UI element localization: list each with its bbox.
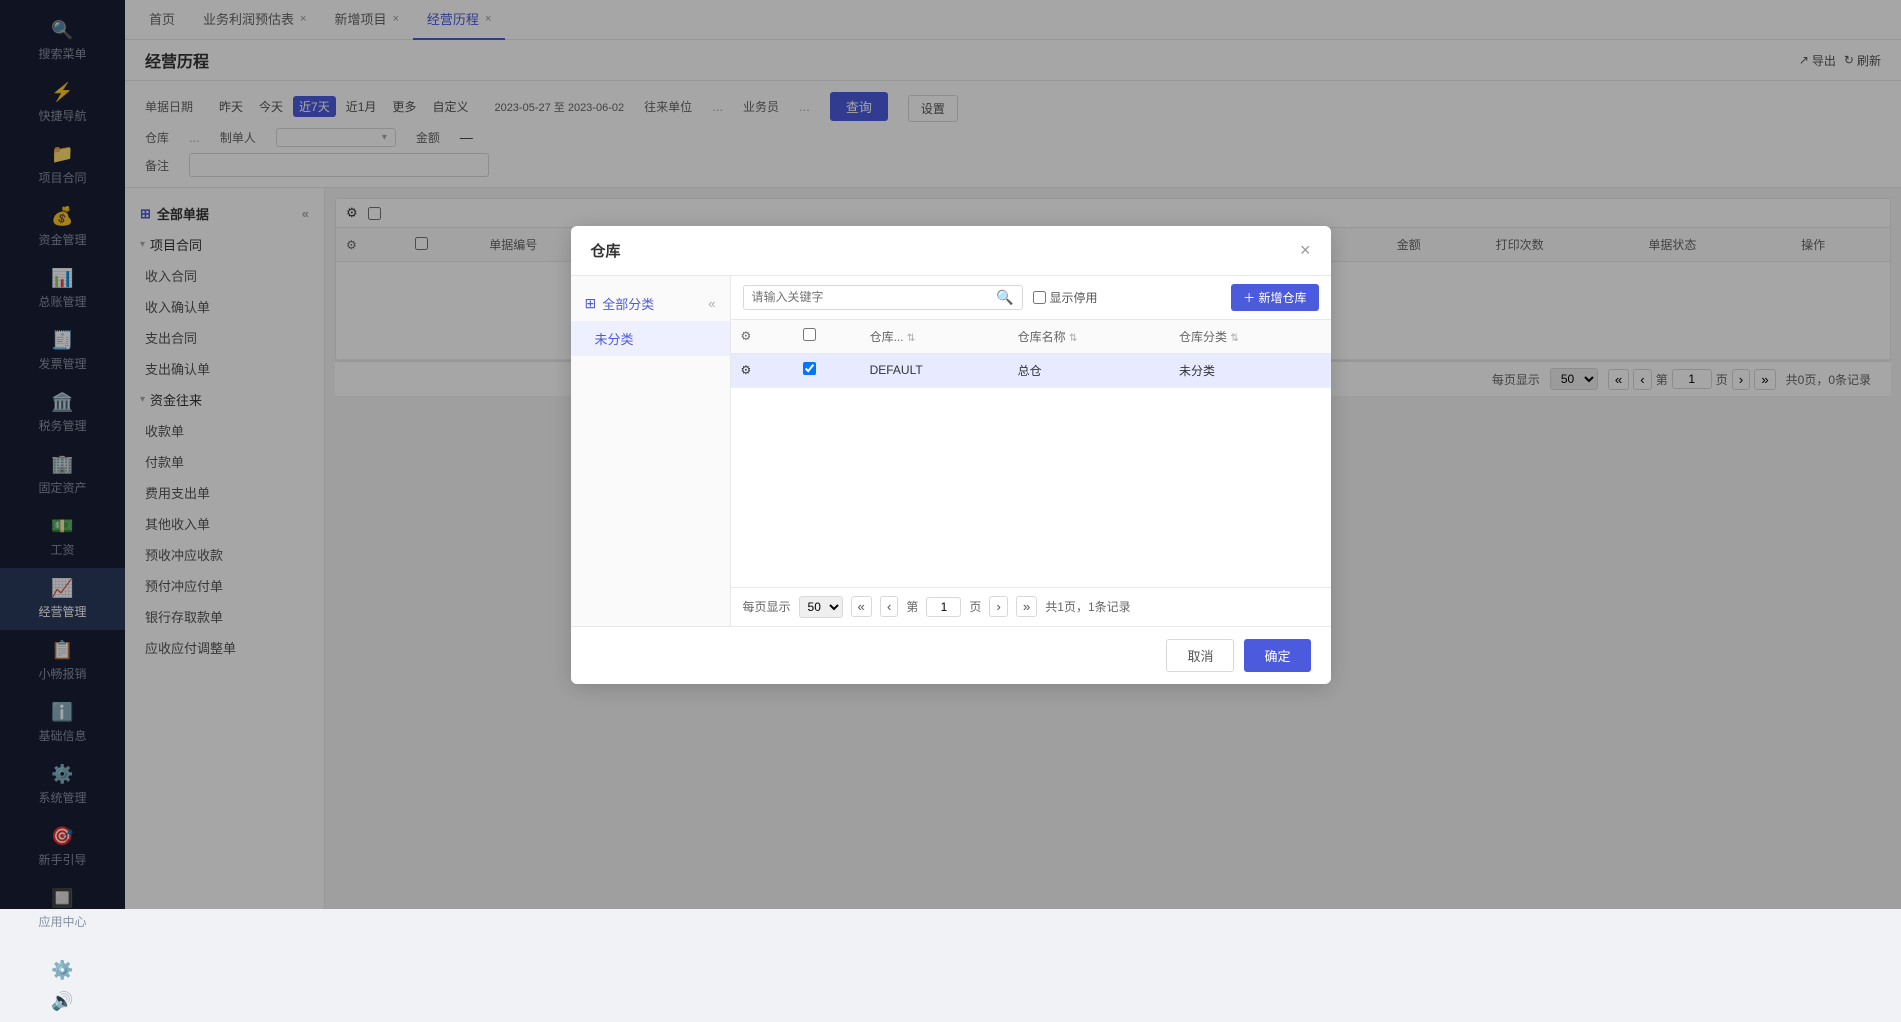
modal-col-code: 仓库... ⇅ bbox=[860, 320, 1008, 354]
modal-search-input[interactable] bbox=[752, 290, 997, 304]
modal-row-code: DEFAULT bbox=[860, 353, 1008, 387]
modal-close-button[interactable]: × bbox=[1300, 240, 1311, 261]
sidebar-bottom: ⚙️ 🔊 bbox=[0, 950, 125, 1022]
show-disabled-label[interactable]: 显示停用 bbox=[1033, 289, 1098, 306]
modal-cat-uncategorized[interactable]: 未分类 bbox=[571, 321, 730, 356]
modal-first-page[interactable]: « bbox=[851, 596, 872, 617]
modal-next-page[interactable]: › bbox=[989, 596, 1007, 617]
settings-bottom-icon[interactable]: ⚙️ bbox=[51, 960, 73, 981]
modal-search-icon[interactable]: 🔍 bbox=[996, 289, 1013, 306]
modal-table-row[interactable]: ⚙ DEFAULT 总仓 未分类 bbox=[731, 353, 1331, 387]
modal-total-info: 共1页，1条记录 bbox=[1045, 598, 1130, 615]
sort-icon-name: ⇅ bbox=[1069, 333, 1077, 344]
modal-confirm-button[interactable]: 确定 bbox=[1244, 639, 1310, 672]
modal-col-name: 仓库名称 ⇅ bbox=[1008, 320, 1169, 354]
sort-icon-code: ⇅ bbox=[907, 333, 915, 344]
modal-col-settings: ⚙ bbox=[731, 320, 793, 354]
volume-icon[interactable]: 🔊 bbox=[51, 991, 73, 1012]
modal-toolbar: 🔍 显示停用 ＋ 新增仓库 bbox=[731, 276, 1331, 320]
modal-data-table: ⚙ 仓库... ⇅ 仓库名称 bbox=[731, 320, 1331, 388]
modal-prev-page[interactable]: ‹ bbox=[880, 596, 898, 617]
modal-body: ⊞ 全部分类 « 未分类 🔍 显示停用 bbox=[571, 276, 1331, 626]
show-disabled-checkbox[interactable] bbox=[1033, 291, 1046, 304]
modal-page-size-label: 每页显示 bbox=[743, 598, 791, 615]
modal-cat-header[interactable]: ⊞ 全部分类 « bbox=[571, 286, 730, 321]
modal-select-all[interactable] bbox=[803, 328, 816, 341]
modal-row-gear: ⚙ bbox=[731, 353, 793, 387]
modal-footer: 取消 确定 bbox=[571, 626, 1331, 684]
warehouse-modal: 仓库 × ⊞ 全部分类 « 未分类 bbox=[571, 226, 1331, 684]
modal-collapse-icon[interactable]: « bbox=[708, 296, 715, 311]
modal-gear-icon[interactable]: ⚙ bbox=[741, 329, 752, 343]
add-warehouse-button[interactable]: ＋ 新增仓库 bbox=[1231, 284, 1318, 311]
modal-page-label: 页 bbox=[969, 598, 981, 615]
modal-header: 仓库 × bbox=[571, 226, 1331, 276]
modal-table-area: ⚙ 仓库... ⇅ 仓库名称 bbox=[731, 320, 1331, 587]
modal-col-checkbox bbox=[793, 320, 860, 354]
modal-right-panel: 🔍 显示停用 ＋ 新增仓库 ⚙ bbox=[731, 276, 1331, 626]
modal-category-panel: ⊞ 全部分类 « 未分类 bbox=[571, 276, 731, 626]
sidebar-item-label: 应用中心 bbox=[38, 913, 86, 930]
modal-page-pre-label: 第 bbox=[906, 598, 918, 615]
modal-row-checkbox bbox=[793, 353, 860, 387]
sort-icon-cat: ⇅ bbox=[1230, 333, 1238, 344]
modal-cancel-button[interactable]: 取消 bbox=[1166, 639, 1234, 672]
row-gear-icon[interactable]: ⚙ bbox=[741, 363, 752, 377]
modal-cat-title: 全部分类 bbox=[602, 294, 654, 313]
modal-page-input[interactable] bbox=[926, 597, 961, 617]
modal-search-box: 🔍 bbox=[743, 285, 1023, 310]
modal-row-category: 未分类 bbox=[1169, 353, 1330, 387]
modal-col-category: 仓库分类 ⇅ bbox=[1169, 320, 1330, 354]
modal-row-name: 总仓 bbox=[1008, 353, 1169, 387]
modal-title: 仓库 bbox=[591, 240, 621, 261]
modal-page-size-select[interactable]: 50 bbox=[799, 596, 843, 618]
grid-cat-icon: ⊞ bbox=[585, 295, 597, 312]
modal-pagination: 每页显示 50 « ‹ 第 页 › » 共1页，1条记录 bbox=[731, 587, 1331, 626]
modal-overlay: 仓库 × ⊞ 全部分类 « 未分类 bbox=[0, 0, 1901, 909]
modal-row-check[interactable] bbox=[803, 362, 816, 375]
modal-last-page[interactable]: » bbox=[1016, 596, 1037, 617]
